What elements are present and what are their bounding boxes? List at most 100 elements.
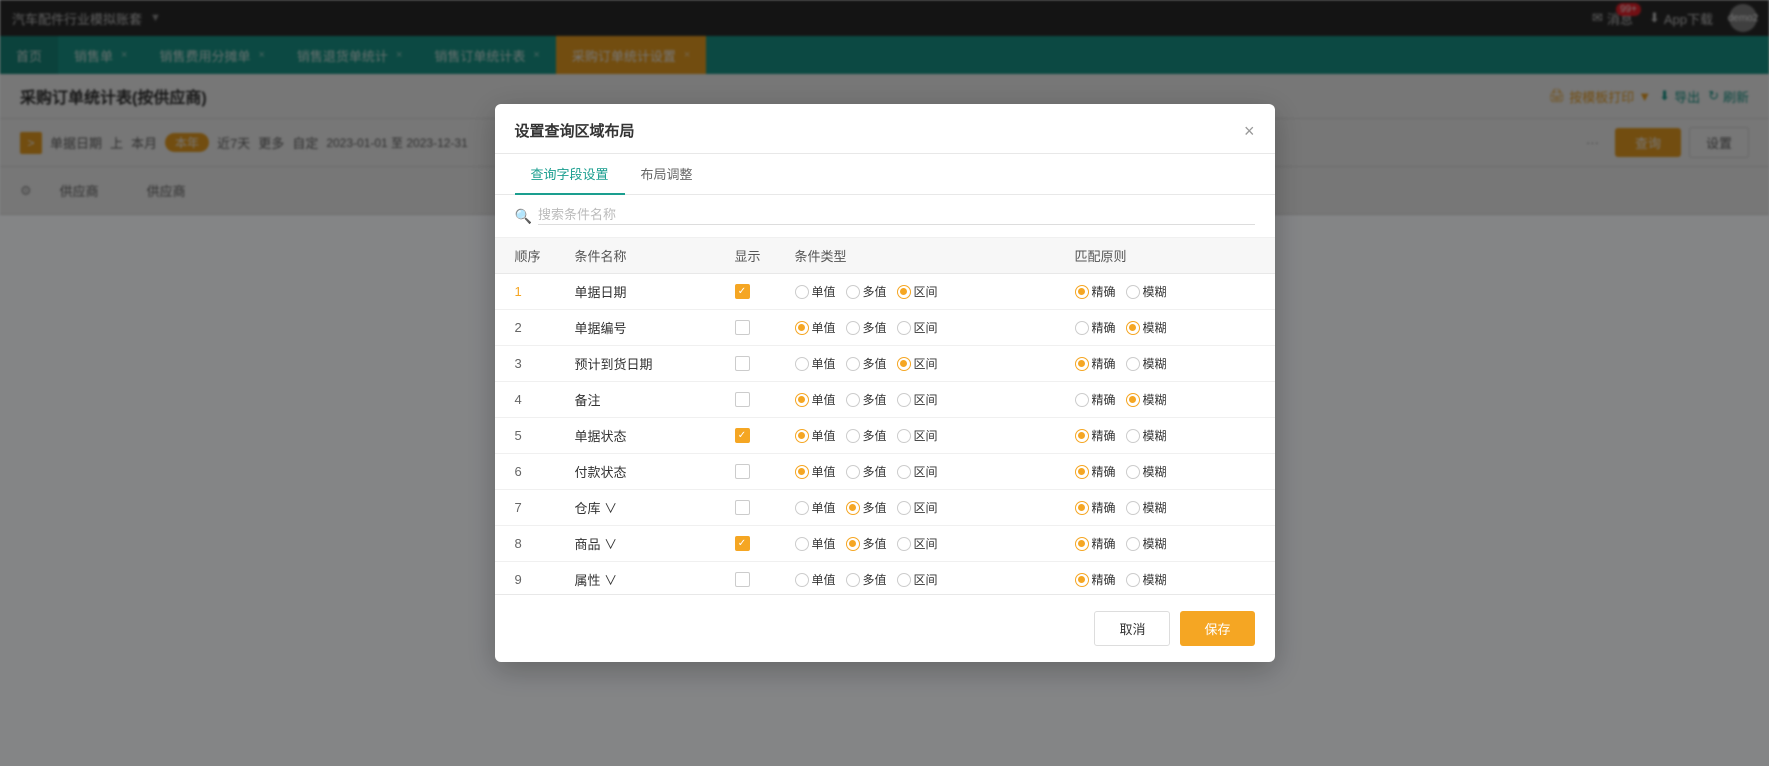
match-rule-group: 精确模糊 [1075, 319, 1255, 336]
radio-circle-icon [1126, 465, 1140, 479]
col-display-header: 显示 [735, 246, 795, 265]
radio-circle-icon [846, 573, 860, 587]
radio-circle-icon [1075, 321, 1089, 335]
save-button[interactable]: 保存 [1180, 611, 1254, 646]
type-radio-type_single[interactable]: 单值 [795, 319, 836, 336]
table-row: 6付款状态 单值多值区间 精确模糊 [495, 454, 1275, 490]
match-radio-match_exact[interactable]: 精确 [1075, 427, 1116, 444]
match-radio-match_fuzzy[interactable]: 模糊 [1126, 463, 1167, 480]
type-radio-type_multi[interactable]: 多值 [846, 535, 887, 552]
match-radio-match_exact[interactable]: 精确 [1075, 463, 1116, 480]
type-radio-type_multi[interactable]: 多值 [846, 283, 887, 300]
match-radio-match_fuzzy[interactable]: 模糊 [1126, 499, 1167, 516]
row-number: 5 [515, 428, 575, 443]
radio-circle-icon [897, 321, 911, 335]
match-radio-match_fuzzy[interactable]: 模糊 [1126, 535, 1167, 552]
condition-name: 付款状态 [575, 462, 735, 481]
type-radio-type_multi[interactable]: 多值 [846, 463, 887, 480]
type-radio-type_single[interactable]: 单值 [795, 427, 836, 444]
display-checkbox[interactable] [735, 536, 750, 551]
cancel-button[interactable]: 取消 [1094, 611, 1170, 646]
match-radio-match_exact[interactable]: 精确 [1075, 355, 1116, 372]
display-checkbox[interactable] [735, 356, 750, 371]
match-radio-match_fuzzy[interactable]: 模糊 [1126, 427, 1167, 444]
type-radio-type_range[interactable]: 区间 [897, 355, 938, 372]
match-radio-match_exact[interactable]: 精确 [1075, 391, 1116, 408]
type-radio-type_single[interactable]: 单值 [795, 535, 836, 552]
radio-circle-icon [1126, 537, 1140, 551]
display-checkbox[interactable] [735, 284, 750, 299]
table-row: 3预计到货日期单值多值区间精确模糊 [495, 346, 1275, 382]
type-radio-type_multi[interactable]: 多值 [846, 571, 887, 588]
radio-circle-icon [795, 321, 809, 335]
match-radio-match_exact[interactable]: 精确 [1075, 319, 1116, 336]
match-radio-match_exact[interactable]: 精确 [1075, 535, 1116, 552]
match-radio-match_fuzzy[interactable]: 模糊 [1126, 283, 1167, 300]
type-radio-type_range[interactable]: 区间 [897, 535, 938, 552]
type-radio-type_range[interactable]: 区间 [897, 283, 938, 300]
display-checkbox[interactable] [735, 320, 750, 335]
radio-circle-icon [846, 393, 860, 407]
type-radio-type_range[interactable]: 区间 [897, 463, 938, 480]
col-match-header: 匹配原则 [1075, 246, 1255, 265]
match-radio-match_exact[interactable]: 精确 [1075, 283, 1116, 300]
type-radio-type_range[interactable]: 区间 [897, 499, 938, 516]
radio-circle-icon [846, 285, 860, 299]
col-name-header: 条件名称 [575, 246, 735, 265]
row-number: 6 [515, 464, 575, 479]
modal-tab-layout[interactable]: 布局调整 [625, 154, 709, 195]
table-row: 8商品 ∨单值多值区间精确模糊 [495, 526, 1275, 562]
match-radio-match_fuzzy[interactable]: 模糊 [1126, 571, 1167, 588]
type-radio-type_single[interactable]: 单值 [795, 463, 836, 480]
radio-circle-icon [846, 501, 860, 515]
type-radio-type_multi[interactable]: 多值 [846, 391, 887, 408]
type-radio-type_multi[interactable]: 多值 [846, 499, 887, 516]
match-rule-group: 精确模糊 [1075, 283, 1255, 300]
type-radio-type_multi[interactable]: 多值 [846, 427, 887, 444]
condition-name: 属性 ∨ [575, 570, 735, 589]
match-radio-match_fuzzy[interactable]: 模糊 [1126, 319, 1167, 336]
radio-circle-icon [1075, 429, 1089, 443]
modal-title: 设置查询区域布局 [515, 120, 635, 153]
type-radio-type_single[interactable]: 单值 [795, 571, 836, 588]
radio-circle-icon [795, 429, 809, 443]
table-row: 4备注单值多值区间精确模糊 [495, 382, 1275, 418]
type-radio-type_single[interactable]: 单值 [795, 391, 836, 408]
type-radio-type_range[interactable]: 区间 [897, 319, 938, 336]
type-radio-group: 单值多值区间 [795, 283, 1075, 300]
display-checkbox[interactable] [735, 428, 750, 443]
type-radio-type_single[interactable]: 单值 [795, 283, 836, 300]
radio-circle-icon [846, 321, 860, 335]
type-radio-type_multi[interactable]: 多值 [846, 355, 887, 372]
match-radio-match_fuzzy[interactable]: 模糊 [1126, 391, 1167, 408]
match-rule-group: 精确模糊 [1075, 427, 1255, 444]
condition-name: 单据日期 [575, 282, 735, 301]
match-radio-match_exact[interactable]: 精确 [1075, 499, 1116, 516]
radio-circle-icon [846, 357, 860, 371]
table-row: 7仓库 ∨单值多值区间精确模糊 [495, 490, 1275, 526]
table-row: 1单据日期单值多值区间精确模糊 [495, 274, 1275, 310]
display-checkbox[interactable] [735, 392, 750, 407]
display-checkbox[interactable] [735, 464, 750, 479]
type-radio-group: 单值多值区间 [795, 319, 1075, 336]
type-radio-type_single[interactable]: 单值 [795, 499, 836, 516]
type-radio-type_range[interactable]: 区间 [897, 427, 938, 444]
match-radio-match_exact[interactable]: 精确 [1075, 571, 1116, 588]
match-radio-match_fuzzy[interactable]: 模糊 [1126, 355, 1167, 372]
display-checkbox[interactable] [735, 500, 750, 515]
display-checkbox[interactable] [735, 572, 750, 587]
type-radio-type_single[interactable]: 单值 [795, 355, 836, 372]
radio-circle-icon [795, 501, 809, 515]
row-number: 8 [515, 536, 575, 551]
radio-circle-icon [897, 501, 911, 515]
modal-overlay: 设置查询区域布局 × 查询字段设置 布局调整 🔍 顺序 条件名称 显示 条件类型… [0, 0, 1769, 766]
modal-close-button[interactable]: × [1244, 122, 1255, 152]
radio-circle-icon [1075, 285, 1089, 299]
type-radio-type_range[interactable]: 区间 [897, 391, 938, 408]
radio-circle-icon [1075, 393, 1089, 407]
modal-tab-fields[interactable]: 查询字段设置 [515, 154, 625, 195]
condition-search-input[interactable] [538, 207, 1255, 225]
type-radio-type_multi[interactable]: 多值 [846, 319, 887, 336]
table-row: 2单据编号单值多值区间精确模糊 [495, 310, 1275, 346]
type-radio-type_range[interactable]: 区间 [897, 571, 938, 588]
